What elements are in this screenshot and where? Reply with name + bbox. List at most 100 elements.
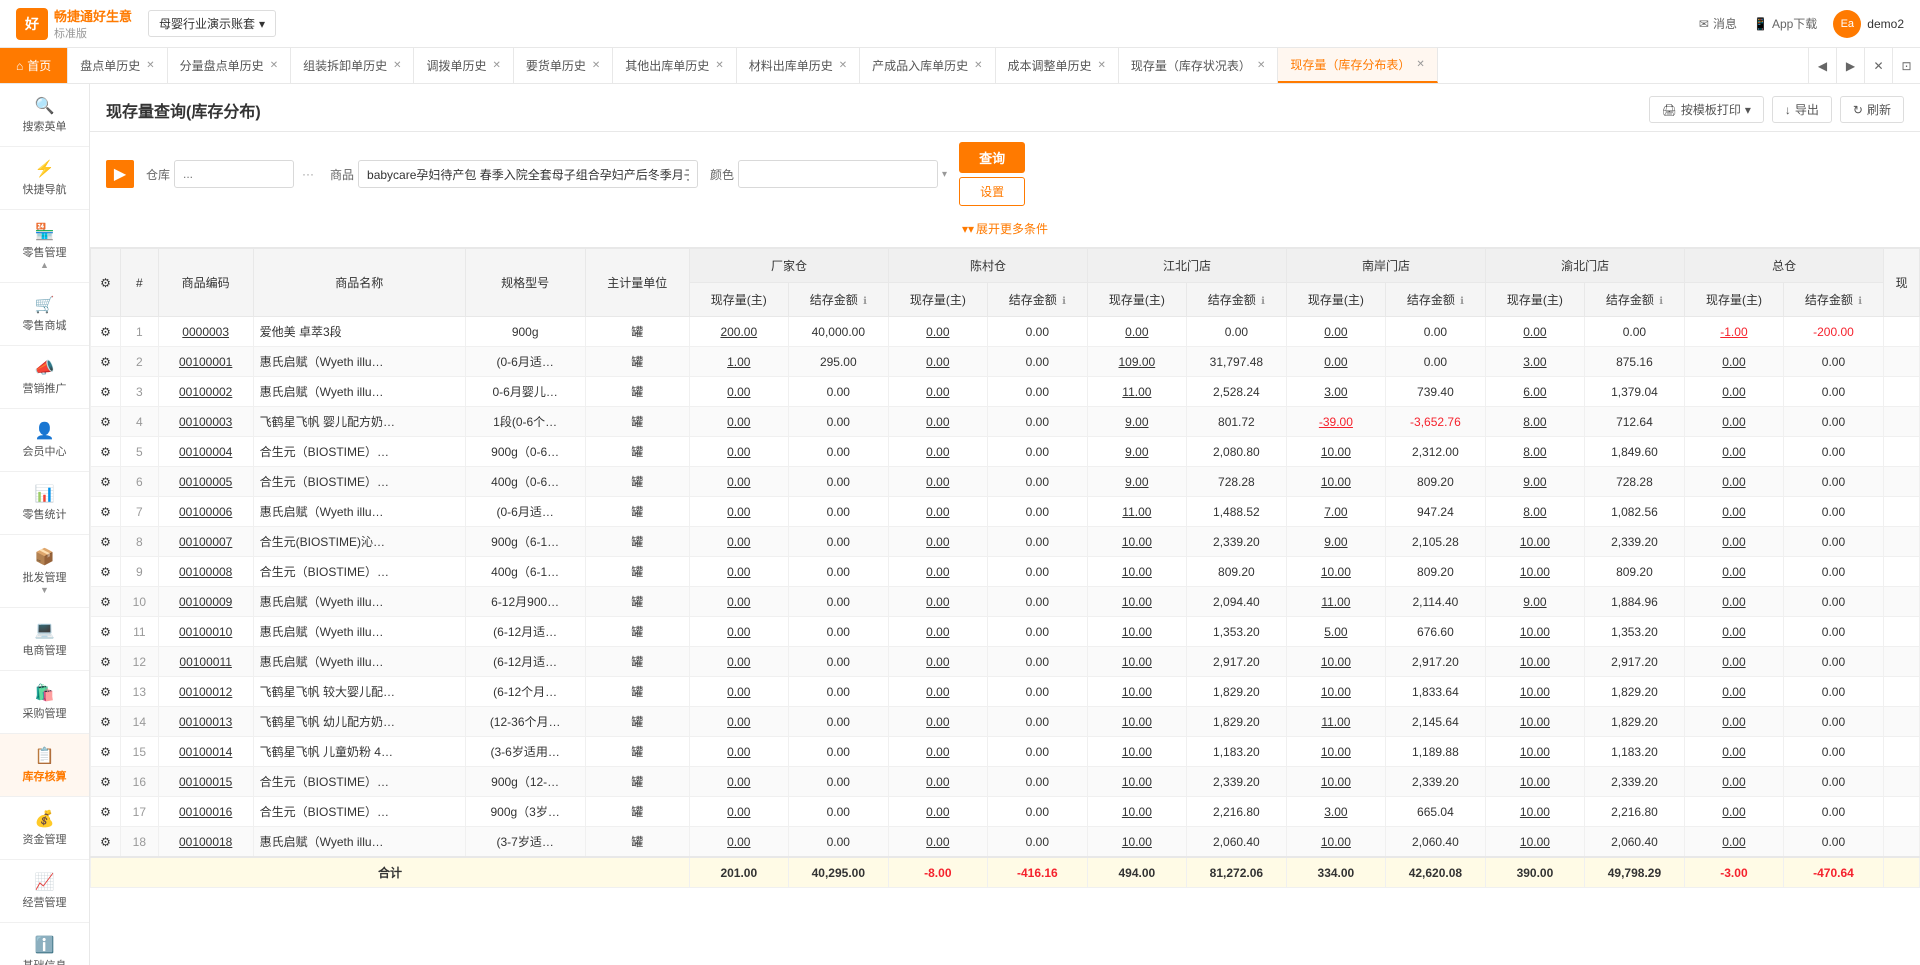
td-settings[interactable]: ⚙ (91, 407, 121, 437)
td-yb-stock[interactable]: 3.00 (1486, 347, 1585, 377)
td-f-stock[interactable]: 0.00 (689, 407, 788, 437)
expand-toggle[interactable]: ▶ (106, 160, 134, 188)
td-t-stock[interactable]: 0.00 (1685, 467, 1784, 497)
sidebar-item-search[interactable]: 🔍 搜索英单 (0, 84, 89, 147)
td-jb-stock[interactable]: 10.00 (1088, 707, 1187, 737)
td-f-stock[interactable]: 0.00 (689, 527, 788, 557)
td-code[interactable]: 00100014 (158, 737, 253, 767)
td-t-stock[interactable]: 0.00 (1685, 647, 1784, 677)
td-code[interactable]: 00100003 (158, 407, 253, 437)
sidebar-item-inventory[interactable]: 📋 库存核算 (0, 734, 89, 797)
td-code[interactable]: 00100011 (158, 647, 253, 677)
td-jb-stock[interactable]: 109.00 (1088, 347, 1187, 377)
td-f-stock[interactable]: 0.00 (689, 497, 788, 527)
td-c-stock[interactable]: 0.00 (888, 827, 987, 858)
td-code[interactable]: 00100004 (158, 437, 253, 467)
td-f-stock[interactable]: 200.00 (689, 317, 788, 347)
td-yb-stock[interactable]: 9.00 (1486, 467, 1585, 497)
td-code[interactable]: 00100006 (158, 497, 253, 527)
expand-conditions-btn[interactable]: ▾▾ 展开更多条件 (962, 220, 1048, 237)
td-na-stock[interactable]: 0.00 (1287, 347, 1386, 377)
td-settings[interactable]: ⚙ (91, 377, 121, 407)
td-f-stock[interactable]: 0.00 (689, 587, 788, 617)
td-c-stock[interactable]: 0.00 (888, 467, 987, 497)
tab-other-out-close[interactable]: ✕ (715, 60, 723, 71)
td-na-stock[interactable]: 3.00 (1287, 797, 1386, 827)
td-f-stock[interactable]: 0.00 (689, 797, 788, 827)
td-t-stock[interactable]: 0.00 (1685, 707, 1784, 737)
td-settings[interactable]: ⚙ (91, 767, 121, 797)
td-t-stock[interactable]: -1.00 (1685, 317, 1784, 347)
td-jb-stock[interactable]: 9.00 (1088, 407, 1187, 437)
tab-yaohuo-close[interactable]: ✕ (592, 60, 600, 71)
td-f-stock[interactable]: 0.00 (689, 767, 788, 797)
td-settings[interactable]: ⚙ (91, 737, 121, 767)
td-t-stock[interactable]: 0.00 (1685, 737, 1784, 767)
tab-cost-adjust[interactable]: 成本调整单历史 ✕ (996, 48, 1119, 83)
sidebar-item-retail-mgmt[interactable]: 🏪 零售管理 ▲ (0, 210, 89, 283)
product-input[interactable] (358, 160, 698, 188)
td-jb-stock[interactable]: 9.00 (1088, 437, 1187, 467)
td-c-stock[interactable]: 0.00 (888, 407, 987, 437)
td-na-stock[interactable]: 10.00 (1287, 737, 1386, 767)
td-na-stock[interactable]: 10.00 (1287, 767, 1386, 797)
warehouse-input[interactable] (174, 160, 294, 188)
td-code[interactable]: 00100001 (158, 347, 253, 377)
td-code[interactable]: 00100015 (158, 767, 253, 797)
td-t-stock[interactable]: 0.00 (1685, 347, 1784, 377)
td-t-stock[interactable]: 0.00 (1685, 677, 1784, 707)
td-t-stock[interactable]: 0.00 (1685, 587, 1784, 617)
td-c-stock[interactable]: 0.00 (888, 767, 987, 797)
td-settings[interactable]: ⚙ (91, 347, 121, 377)
td-na-stock[interactable]: 10.00 (1287, 827, 1386, 858)
td-yb-stock[interactable]: 10.00 (1486, 707, 1585, 737)
sidebar-item-member[interactable]: 👤 会员中心 (0, 409, 89, 472)
td-yb-stock[interactable]: 8.00 (1486, 407, 1585, 437)
tab-material-out[interactable]: 材料出库单历史 ✕ (737, 48, 860, 83)
td-t-stock[interactable]: 0.00 (1685, 407, 1784, 437)
td-settings[interactable]: ⚙ (91, 587, 121, 617)
td-c-stock[interactable]: 0.00 (888, 437, 987, 467)
tab-cost-adjust-close[interactable]: ✕ (1098, 60, 1106, 71)
td-jb-stock[interactable]: 10.00 (1088, 617, 1187, 647)
td-settings[interactable]: ⚙ (91, 617, 121, 647)
td-settings[interactable]: ⚙ (91, 317, 121, 347)
th-settings[interactable]: ⚙ (91, 249, 121, 317)
td-settings[interactable]: ⚙ (91, 677, 121, 707)
td-jb-stock[interactable]: 10.00 (1088, 827, 1187, 858)
td-na-stock[interactable]: 10.00 (1287, 647, 1386, 677)
td-na-stock[interactable]: 3.00 (1287, 377, 1386, 407)
td-t-stock[interactable]: 0.00 (1685, 797, 1784, 827)
td-code[interactable]: 00100018 (158, 827, 253, 858)
td-jb-stock[interactable]: 10.00 (1088, 527, 1187, 557)
tab-more-btn[interactable]: ⊡ (1892, 48, 1920, 84)
td-code[interactable]: 00100009 (158, 587, 253, 617)
warehouse-ellipsis[interactable]: ··· (298, 167, 318, 181)
tab-inventory-dist[interactable]: 现存量（库存分布表） ✕ (1278, 48, 1437, 83)
td-t-stock[interactable]: 0.00 (1685, 377, 1784, 407)
td-na-stock[interactable]: 11.00 (1287, 587, 1386, 617)
td-settings[interactable]: ⚙ (91, 827, 121, 858)
td-jb-stock[interactable]: 10.00 (1088, 557, 1187, 587)
tab-prev-btn[interactable]: ◀ (1808, 48, 1836, 84)
td-jb-stock[interactable]: 10.00 (1088, 797, 1187, 827)
td-jb-stock[interactable]: 11.00 (1088, 377, 1187, 407)
tab-zuhe-close[interactable]: ✕ (393, 60, 401, 71)
td-jb-stock[interactable]: 10.00 (1088, 767, 1187, 797)
td-yb-stock[interactable]: 10.00 (1486, 767, 1585, 797)
td-settings[interactable]: ⚙ (91, 527, 121, 557)
tab-zuhe[interactable]: 组装拆卸单历史 ✕ (291, 48, 414, 83)
td-code[interactable]: 00100010 (158, 617, 253, 647)
tab-inventory-status[interactable]: 现存量（库存状况表） ✕ (1119, 48, 1278, 83)
td-yb-stock[interactable]: 10.00 (1486, 797, 1585, 827)
td-c-stock[interactable]: 0.00 (888, 317, 987, 347)
td-yb-stock[interactable]: 6.00 (1486, 377, 1585, 407)
sidebar-item-marketing[interactable]: 📣 营销推广 (0, 346, 89, 409)
td-na-stock[interactable]: 10.00 (1287, 437, 1386, 467)
td-settings[interactable]: ⚙ (91, 647, 121, 677)
color-input[interactable] (738, 160, 938, 188)
td-yb-stock[interactable]: 10.00 (1486, 617, 1585, 647)
sidebar-item-ecommerce[interactable]: 💻 电商管理 (0, 608, 89, 671)
td-c-stock[interactable]: 0.00 (888, 617, 987, 647)
td-c-stock[interactable]: 0.00 (888, 797, 987, 827)
